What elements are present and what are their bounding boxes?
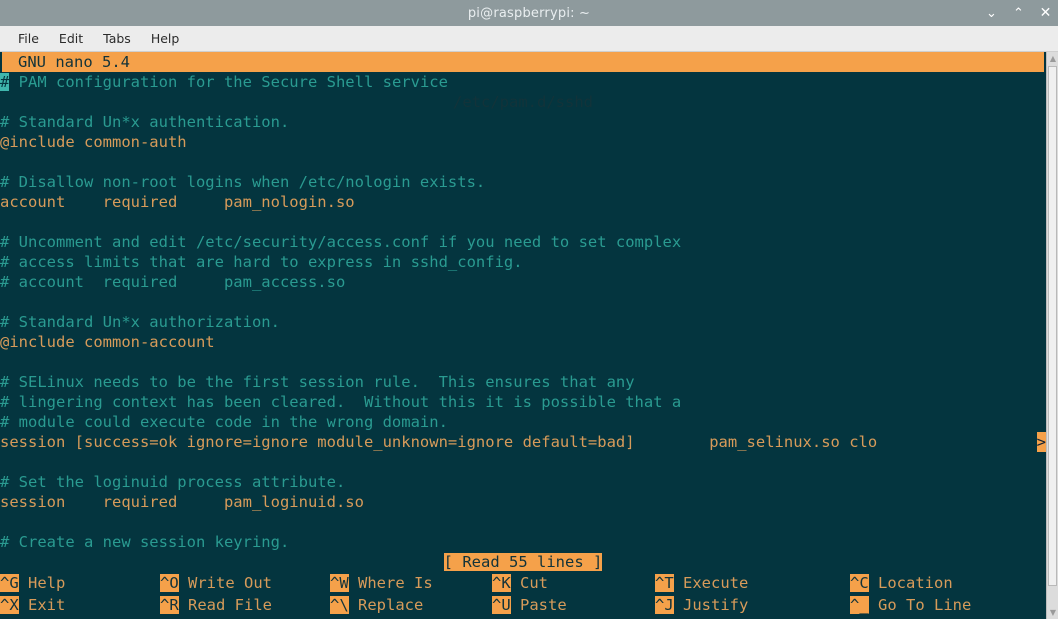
window-controls: ⌄ ⌃ ✕ xyxy=(985,0,1052,26)
line-continuation-marker: > xyxy=(1036,432,1046,452)
editor-line[interactable]: @include common-account xyxy=(0,332,1046,352)
minimize-icon[interactable]: ⌄ xyxy=(985,7,998,20)
shortcut-label: Exit xyxy=(18,596,66,614)
editor-buffer[interactable]: # PAM configuration for the Secure Shell… xyxy=(0,72,1046,552)
shortcut-key: ^J xyxy=(655,596,674,614)
menu-item-file[interactable]: File xyxy=(10,29,47,48)
shortcut-key: ^T xyxy=(655,574,674,592)
shortcut-read-file[interactable]: ^R Read File xyxy=(160,594,272,616)
shortcut-cut[interactable]: ^K Cut xyxy=(492,572,548,594)
shortcut-write-out[interactable]: ^O Write Out xyxy=(160,572,272,594)
shortcut-label: Write Out xyxy=(178,574,272,592)
editor-line[interactable]: # account required pam_access.so xyxy=(0,272,1046,292)
shortcut-label: Location xyxy=(868,574,953,592)
shortcut-label: Where Is xyxy=(348,574,433,592)
editor-line[interactable]: session required pam_loginuid.so xyxy=(0,492,1046,512)
editor-line[interactable] xyxy=(0,152,1046,172)
shortcut-key: ^U xyxy=(492,596,511,614)
menu-item-help[interactable]: Help xyxy=(143,29,188,48)
shortcut-label: Replace xyxy=(348,596,424,614)
shortcut-key: ^X xyxy=(0,596,19,614)
editor-line[interactable]: # module could execute code in the wrong… xyxy=(0,412,1046,432)
editor-line[interactable] xyxy=(0,292,1046,312)
editor-line[interactable] xyxy=(0,352,1046,372)
shortcut-paste[interactable]: ^U Paste xyxy=(492,594,567,616)
maximize-icon[interactable]: ⌃ xyxy=(1012,7,1025,20)
shortcut-key: ^\ xyxy=(330,596,349,614)
shortcut-label: Paste xyxy=(510,596,567,614)
shortcut-label: Justify xyxy=(673,596,749,614)
menubar: File Edit Tabs Help xyxy=(0,26,1058,52)
shortcut-execute[interactable]: ^T Execute xyxy=(655,572,748,594)
editor-line[interactable]: # SELinux needs to be the first session … xyxy=(0,372,1046,392)
nano-status-message: [ Read 55 lines ] xyxy=(443,553,603,571)
shortcut-key: ^G xyxy=(0,574,19,592)
editor-line[interactable]: # PAM configuration for the Secure Shell… xyxy=(0,72,1046,92)
editor-line[interactable]: # Standard Un*x authorization. xyxy=(0,312,1046,332)
terminal-screen[interactable]: GNU nano 5.4 /etc/pam.d/sshd # PAM confi… xyxy=(0,52,1046,619)
editor-line[interactable]: session [success=ok ignore=ignore module… xyxy=(0,432,1046,452)
nano-app-version: GNU nano 5.4 xyxy=(18,53,130,71)
scrollbar-thumb[interactable] xyxy=(1048,66,1057,586)
editor-line[interactable]: # lingering context has been cleared. Wi… xyxy=(0,392,1046,412)
editor-line[interactable]: @include common-auth xyxy=(0,132,1046,152)
nano-title-bar: GNU nano 5.4 /etc/pam.d/sshd xyxy=(2,52,1044,111)
shortcut-label: Go To Line xyxy=(868,596,972,614)
shortcut-key: ^K xyxy=(492,574,511,592)
shortcut-label: Help xyxy=(18,574,66,592)
shortcut-label: Read File xyxy=(178,596,272,614)
editor-line[interactable]: # access limits that are hard to express… xyxy=(0,252,1046,272)
editor-line[interactable]: account required pam_nologin.so xyxy=(0,192,1046,212)
window-titlebar: pi@raspberrypi: ~ ⌄ ⌃ ✕ xyxy=(0,0,1058,26)
shortcut-replace[interactable]: ^\ Replace xyxy=(330,594,423,616)
menu-item-tabs[interactable]: Tabs xyxy=(95,29,139,48)
editor-line[interactable]: # Uncomment and edit /etc/security/acces… xyxy=(0,232,1046,252)
shortcut-label: Cut xyxy=(510,574,548,592)
close-icon[interactable]: ✕ xyxy=(1039,6,1052,20)
scroll-up-arrow-icon[interactable]: ▲ xyxy=(1047,52,1058,65)
shortcut-label: Execute xyxy=(673,574,749,592)
editor-line[interactable]: # Create a new session keyring. xyxy=(0,532,1046,552)
shortcut-key: ^W xyxy=(330,574,349,592)
shortcut-exit[interactable]: ^X Exit xyxy=(0,594,65,616)
shortcut-go-to-line[interactable]: ^_ Go To Line xyxy=(850,594,971,616)
editor-line[interactable] xyxy=(0,452,1046,472)
shortcut-key: ^_ xyxy=(850,596,869,614)
menu-item-edit[interactable]: Edit xyxy=(51,29,91,48)
nano-shortcut-row-1: ^G Help ^O Write Out ^W Where Is ^K Cut ^T E… xyxy=(0,572,1046,594)
vertical-scrollbar[interactable]: ▲ ▼ xyxy=(1046,52,1058,619)
shortcut-justify[interactable]: ^J Justify xyxy=(655,594,748,616)
editor-line[interactable] xyxy=(0,512,1046,532)
editor-line[interactable]: # Set the loginuid process attribute. xyxy=(0,472,1046,492)
nano-shortcut-row-2: ^X Exit ^R Read File ^\ Replace ^U Paste ^J … xyxy=(0,594,1046,616)
scroll-down-arrow-icon[interactable]: ▼ xyxy=(1047,606,1058,619)
nano-filename: /etc/pam.d/sshd xyxy=(453,93,593,111)
window-title: pi@raspberrypi: ~ xyxy=(467,5,591,21)
shortcut-where-is[interactable]: ^W Where Is xyxy=(330,572,433,594)
shortcut-key: ^R xyxy=(160,596,179,614)
editor-line[interactable]: # Standard Un*x authentication. xyxy=(0,112,1046,132)
nano-status-row: [ Read 55 lines ] xyxy=(0,552,1046,572)
terminal-window: pi@raspberrypi: ~ ⌄ ⌃ ✕ File Edit Tabs H… xyxy=(0,0,1058,619)
shortcut-location[interactable]: ^C Location xyxy=(850,572,953,594)
shortcut-key: ^O xyxy=(160,574,179,592)
editor-line[interactable] xyxy=(0,212,1046,232)
shortcut-key: ^C xyxy=(850,574,869,592)
editor-line[interactable]: # Disallow non-root logins when /etc/nol… xyxy=(0,172,1046,192)
shortcut-help[interactable]: ^G Help xyxy=(0,572,65,594)
